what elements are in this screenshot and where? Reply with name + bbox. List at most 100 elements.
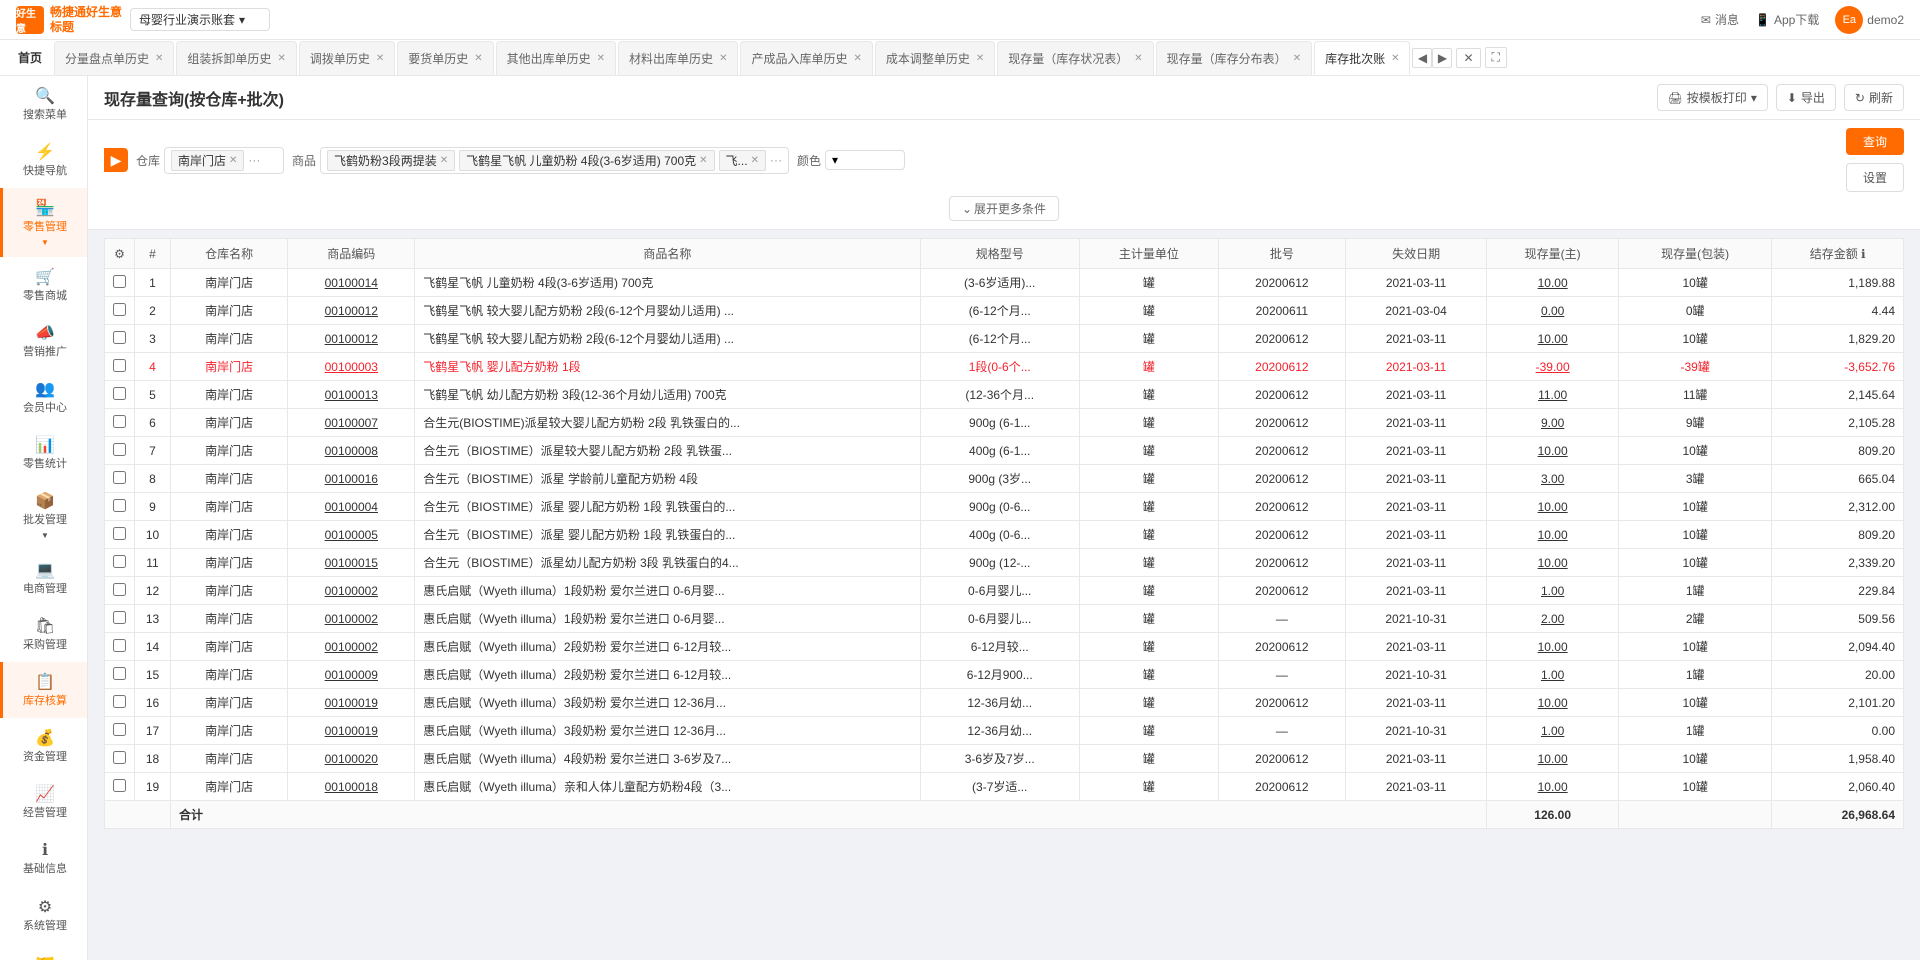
row-check[interactable]	[105, 577, 135, 605]
row-check[interactable]	[105, 353, 135, 381]
row-qty[interactable]: 10.00	[1487, 689, 1619, 717]
expand-more-button[interactable]: ⌄ 展开更多条件	[949, 196, 1059, 221]
row-qty[interactable]: 10.00	[1487, 633, 1619, 661]
row-qty[interactable]: 10.00	[1487, 773, 1619, 801]
tab-prev-button[interactable]: ◀	[1412, 48, 1432, 68]
row-qty[interactable]: 10.00	[1487, 521, 1619, 549]
message-button[interactable]: ✉ 消息	[1701, 11, 1739, 28]
row-checkbox[interactable]	[113, 555, 126, 568]
sidebar-item-system[interactable]: ⚙ 系统管理	[0, 887, 87, 943]
row-check[interactable]	[105, 661, 135, 689]
row-qty[interactable]: 3.00	[1487, 465, 1619, 493]
warehouse-more[interactable]: ···	[248, 153, 260, 167]
row-code[interactable]: 00100012	[288, 297, 415, 325]
query-button[interactable]: 查询	[1846, 128, 1904, 155]
tab-5[interactable]: 其他出库单历史 ✕	[496, 41, 616, 75]
row-check[interactable]	[105, 549, 135, 577]
row-code[interactable]: 00100012	[288, 325, 415, 353]
row-code[interactable]: 00100007	[288, 409, 415, 437]
row-code[interactable]: 00100016	[288, 465, 415, 493]
sidebar-item-finance[interactable]: 💰 资金管理	[0, 718, 87, 774]
row-check[interactable]	[105, 689, 135, 717]
sidebar-item-inventory[interactable]: 📋 库存核算	[0, 662, 87, 718]
tab-10[interactable]: 现存量（库存分布表） ✕	[1156, 41, 1312, 75]
sidebar-item-marketing[interactable]: 📣 营销推广	[0, 313, 87, 369]
row-code[interactable]: 00100019	[288, 689, 415, 717]
row-checkbox[interactable]	[113, 583, 126, 596]
row-check[interactable]	[105, 605, 135, 633]
row-checkbox[interactable]	[113, 695, 126, 708]
row-checkbox[interactable]	[113, 359, 126, 372]
print-button[interactable]: 🖨 按模板打印 ▾	[1657, 84, 1768, 111]
color-tag-area[interactable]: ▾	[825, 150, 905, 170]
warehouse-selector[interactable]: 母婴行业演示账套 ▾	[130, 8, 270, 31]
refresh-button[interactable]: ↻ 刷新	[1844, 84, 1904, 111]
sidebar-item-ecommerce[interactable]: 💻 电商管理	[0, 550, 87, 606]
tab-3[interactable]: 调拨单历史 ✕	[299, 41, 395, 75]
row-qty[interactable]: 10.00	[1487, 269, 1619, 297]
tab-1[interactable]: 分量盘点单历史 ✕	[54, 41, 174, 75]
row-code[interactable]: 00100009	[288, 661, 415, 689]
sidebar-item-basic-info[interactable]: ℹ 基础信息	[0, 830, 87, 886]
tab-2-close[interactable]: ✕	[277, 53, 285, 64]
row-code[interactable]: 00100002	[288, 605, 415, 633]
row-checkbox[interactable]	[113, 611, 126, 624]
sidebar-item-purchase[interactable]: 🛍 采购管理	[0, 606, 87, 662]
settings-icon[interactable]: ⚙	[114, 247, 125, 261]
sidebar-item-quicknav[interactable]: ⚡ 快捷导航	[0, 132, 87, 188]
row-code[interactable]: 00100014	[288, 269, 415, 297]
row-qty[interactable]: 11.00	[1487, 381, 1619, 409]
tab-5-close[interactable]: ✕	[597, 53, 605, 64]
tab-home[interactable]: 首页	[8, 41, 52, 75]
tab-10-close[interactable]: ✕	[1293, 53, 1301, 64]
row-checkbox[interactable]	[113, 443, 126, 456]
product-tag-1-close[interactable]: ✕	[699, 155, 707, 166]
row-code[interactable]: 00100020	[288, 745, 415, 773]
tab-1-close[interactable]: ✕	[155, 53, 163, 64]
row-qty[interactable]: 0.00	[1487, 297, 1619, 325]
row-code[interactable]: 00100005	[288, 521, 415, 549]
row-checkbox[interactable]	[113, 779, 126, 792]
sidebar-item-wholesale[interactable]: 📦 批发管理 ▼	[0, 481, 87, 549]
tab-9-close[interactable]: ✕	[1134, 53, 1142, 64]
row-checkbox[interactable]	[113, 723, 126, 736]
export-button[interactable]: ⬇ 导出	[1776, 84, 1836, 111]
settings-button[interactable]: 设置	[1846, 163, 1904, 192]
row-qty[interactable]: 10.00	[1487, 745, 1619, 773]
row-qty[interactable]: 10.00	[1487, 493, 1619, 521]
tab-11-close[interactable]: ✕	[1391, 53, 1399, 64]
row-check[interactable]	[105, 381, 135, 409]
row-code[interactable]: 00100003	[288, 353, 415, 381]
row-qty[interactable]: -39.00	[1487, 353, 1619, 381]
tab-8[interactable]: 成本调整单历史 ✕	[875, 41, 995, 75]
tab-4-close[interactable]: ✕	[474, 53, 482, 64]
row-code[interactable]: 00100019	[288, 717, 415, 745]
sidebar-item-member[interactable]: 👥 会员中心	[0, 369, 87, 425]
tab-2[interactable]: 组装拆卸单历史 ✕	[176, 41, 296, 75]
tab-6[interactable]: 材料出库单历史 ✕	[618, 41, 738, 75]
row-checkbox[interactable]	[113, 331, 126, 344]
row-code[interactable]: 00100002	[288, 577, 415, 605]
row-qty[interactable]: 2.00	[1487, 605, 1619, 633]
tab-maximize-button[interactable]: ⛶	[1485, 47, 1507, 68]
sidebar-item-enterprise[interactable]: 🤝 企业协同	[0, 943, 87, 960]
row-check[interactable]	[105, 745, 135, 773]
row-checkbox[interactable]	[113, 639, 126, 652]
sidebar-item-retail-stats[interactable]: 📊 零售统计	[0, 425, 87, 481]
sidebar-item-search[interactable]: 🔍 搜索菜单	[0, 76, 87, 132]
row-code[interactable]: 00100018	[288, 773, 415, 801]
row-qty[interactable]: 9.00	[1487, 409, 1619, 437]
row-qty[interactable]: 1.00	[1487, 577, 1619, 605]
product-tag-2-close[interactable]: ✕	[751, 155, 759, 166]
tab-11[interactable]: 库存批次账 ✕	[1314, 41, 1410, 75]
tab-9[interactable]: 现存量（库存状况表） ✕	[997, 41, 1153, 75]
row-code[interactable]: 00100008	[288, 437, 415, 465]
product-tag-0-close[interactable]: ✕	[440, 155, 448, 166]
row-check[interactable]	[105, 521, 135, 549]
tab-6-close[interactable]: ✕	[719, 53, 727, 64]
warehouse-tag-close[interactable]: ✕	[229, 155, 237, 166]
product-tag-area[interactable]: 飞鹤奶粉3段两提装 ✕ 飞鹤星飞帆 儿童奶粉 4段(3-6岁适用) 700克 ✕…	[320, 147, 789, 174]
row-check[interactable]	[105, 493, 135, 521]
row-checkbox[interactable]	[113, 499, 126, 512]
row-checkbox[interactable]	[113, 527, 126, 540]
